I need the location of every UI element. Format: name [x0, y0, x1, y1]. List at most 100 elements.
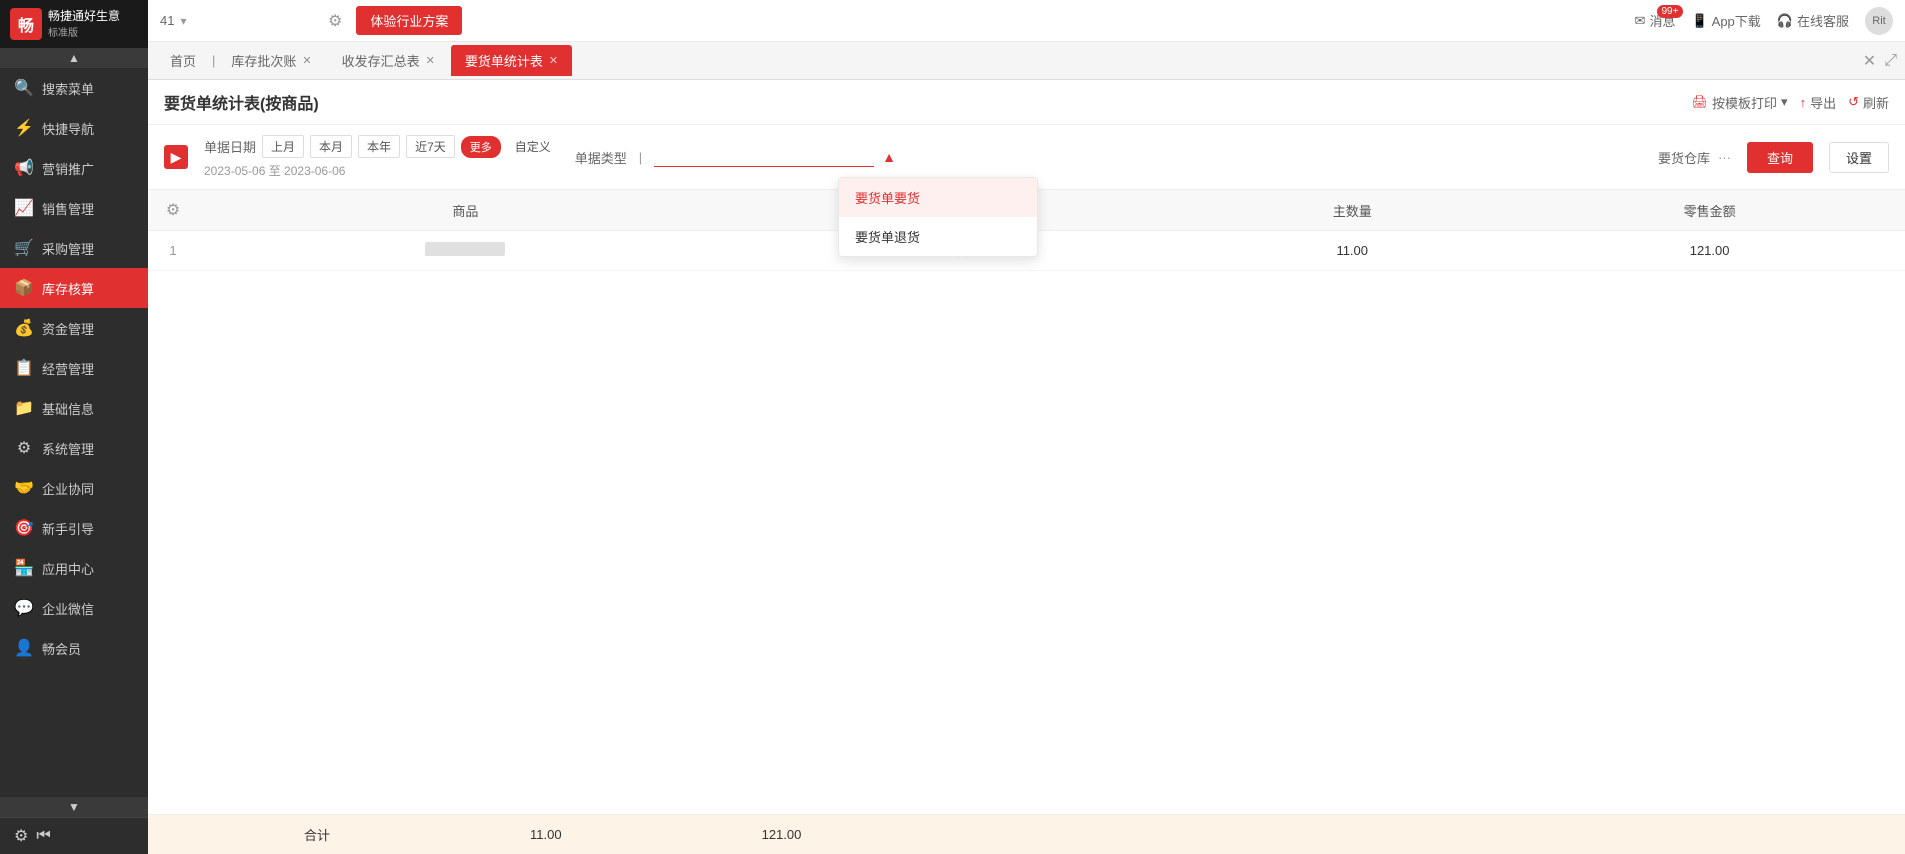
sidebar-item-label: 应用中心 — [42, 559, 94, 578]
tab-home[interactable]: 首页 — [156, 45, 210, 76]
sidebar-item-system[interactable]: ⚙ 系统管理 — [0, 428, 148, 468]
gear-settings-icon[interactable]: ⚙ — [328, 11, 342, 31]
query-button[interactable]: 查询 — [1747, 142, 1813, 173]
product-name-placeholder — [425, 242, 505, 256]
avatar[interactable]: Rit — [1865, 7, 1893, 35]
column-settings-icon[interactable]: ⚙ — [166, 202, 180, 219]
type-dropdown: 要货单要货 要货单退货 — [838, 177, 1038, 257]
sidebar-item-appstore[interactable]: 🏪 应用中心 — [0, 548, 148, 588]
logo-edition: 标准版 — [48, 24, 120, 39]
row-quantity: 11.00 — [1190, 231, 1514, 271]
settings-button[interactable]: 设置 — [1829, 142, 1889, 173]
print-icon: 🖨 — [1692, 94, 1709, 110]
sidebar-item-label: 企业微信 — [42, 599, 94, 618]
date-btn-recent7[interactable]: 近7天 — [406, 135, 455, 158]
tabbar: 首页 | 库存批次账 ✕ 收发存汇总表 ✕ 要货单统计表 ✕ ✕ ⤢ — [148, 42, 1905, 80]
sidebar-item-wechat[interactable]: 💬 企业微信 — [0, 588, 148, 628]
sidebar-item-label: 资金管理 — [42, 319, 94, 338]
app-download-button[interactable]: 📱 App下载 — [1691, 11, 1760, 30]
sidebar-item-guide[interactable]: 🎯 新手引导 — [0, 508, 148, 548]
date-label: 单据日期 — [204, 137, 256, 156]
industry-button[interactable]: 体验行业方案 — [356, 6, 462, 35]
basic-icon: 📁 — [14, 398, 34, 418]
sidebar-item-operations[interactable]: 📋 经营管理 — [0, 348, 148, 388]
sales-icon: 📈 — [14, 198, 34, 218]
sidebar-item-inventory[interactable]: 📦 库存核算 — [0, 268, 148, 308]
member-icon: 👤 — [14, 638, 34, 658]
dropdown-item-order-goods[interactable]: 要货单要货 — [839, 178, 1037, 217]
filter-bar: ▶ 单据日期 上月 本月 本年 近7天 更多 自定义 2023-05-06 至 … — [148, 125, 1905, 190]
tab-receipt-summary-label: 收发存汇总表 — [342, 51, 420, 70]
date-btn-prev-month[interactable]: 上月 — [262, 135, 304, 158]
export-icon: ↑ — [1800, 95, 1807, 110]
tab-close-inventory-batch[interactable]: ✕ — [302, 54, 311, 67]
sidebar-item-purchase[interactable]: 🛒 采购管理 — [0, 228, 148, 268]
sidebar-item-basic[interactable]: 📁 基础信息 — [0, 388, 148, 428]
sidebar-item-corp[interactable]: 🤝 企业协同 — [0, 468, 148, 508]
sidebar-item-label: 基础信息 — [42, 399, 94, 418]
type-separator: | — [639, 150, 642, 165]
footer-amount: 121.00 — [762, 827, 802, 842]
page-title: 要货单统计表(按商品) — [164, 90, 319, 114]
sidebar-scroll-down[interactable]: ▼ — [0, 797, 148, 817]
tab-inventory-batch[interactable]: 库存批次账 ✕ — [217, 45, 325, 76]
message-icon: ✉ — [1635, 13, 1646, 29]
logo-name: 畅捷通好生意 — [48, 9, 120, 25]
inventory-icon: 📦 — [14, 278, 34, 298]
refresh-icon: ↺ — [1848, 94, 1859, 110]
tab-home-label: 首页 — [170, 51, 196, 70]
date-btn-current-month[interactable]: 本月 — [310, 135, 352, 158]
template-print-button[interactable]: 🖨 按模板打印 ▾ — [1692, 93, 1788, 112]
sidebar-scroll-up[interactable]: ▲ — [0, 48, 148, 68]
tab-close-order-stats[interactable]: ✕ — [549, 54, 558, 67]
messages-badge: 99+ — [1657, 5, 1684, 18]
tab-divider: | — [212, 53, 215, 68]
sidebar-item-sales[interactable]: 📈 销售管理 — [0, 188, 148, 228]
tab-close-receipt-summary[interactable]: ✕ — [426, 54, 435, 67]
tab-order-stats-label: 要货单统计表 — [465, 51, 543, 70]
online-service-label: 在线客服 — [1797, 11, 1849, 30]
date-btn-year[interactable]: 本年 — [358, 135, 400, 158]
app-download-label: App下载 — [1712, 11, 1761, 30]
col-gear: ⚙ — [148, 190, 198, 231]
sidebar-item-member[interactable]: 👤 畅会员 — [0, 628, 148, 668]
dropdown-item-order-return[interactable]: 要货单退货 — [839, 217, 1037, 256]
page-content: 要货单统计表(按商品) 🖨 按模板打印 ▾ ↑ 导出 ↺ 刷新 ▶ — [148, 80, 1905, 854]
online-service-button[interactable]: 🎧 在线客服 — [1777, 11, 1849, 30]
expand-window-icon[interactable]: ⤢ — [1884, 52, 1897, 70]
sidebar-item-quicknav[interactable]: ⚡ 快捷导航 — [0, 108, 148, 148]
settings-icon[interactable]: ⚙ — [14, 826, 28, 846]
sidebar-item-label: 企业协同 — [42, 479, 94, 498]
close-window-icon[interactable]: ✕ — [1863, 51, 1876, 71]
filter-expand-button[interactable]: ▶ — [164, 145, 188, 169]
refresh-label: 刷新 — [1863, 93, 1889, 112]
sidebar-menu: 🔍 搜索菜单 ⚡ 快捷导航 📢 营销推广 📈 销售管理 🛒 采购管理 📦 库存核… — [0, 68, 148, 797]
table-footer: 合计 11.00 121.00 — [148, 814, 1905, 854]
collapse-icon[interactable]: ⏮ — [36, 827, 50, 845]
sidebar-item-finance[interactable]: 💰 资金管理 — [0, 308, 148, 348]
appstore-icon: 🏪 — [14, 558, 34, 578]
service-icon: 🎧 — [1777, 13, 1793, 29]
export-button[interactable]: ↑ 导出 — [1800, 93, 1837, 112]
search-icon: 🔍 — [14, 78, 34, 98]
date-btn-more[interactable]: 更多 — [461, 136, 501, 158]
sidebar-item-search[interactable]: 🔍 搜索菜单 — [0, 68, 148, 108]
topbar-right: ✉ 消息 99+ 📱 App下载 🎧 在线客服 Rit — [1635, 7, 1893, 35]
page-header-actions: 🖨 按模板打印 ▾ ↑ 导出 ↺ 刷新 — [1692, 93, 1890, 112]
tab-inventory-batch-label: 库存批次账 — [231, 51, 296, 70]
messages-button[interactable]: ✉ 消息 99+ — [1635, 11, 1676, 30]
type-dropdown-arrow-icon[interactable]: ▲ — [882, 149, 896, 165]
tab-receipt-summary[interactable]: 收发存汇总表 ✕ — [328, 45, 449, 76]
refresh-button[interactable]: ↺ 刷新 — [1848, 93, 1889, 112]
warehouse-dots-icon[interactable]: ··· — [1718, 150, 1731, 165]
date-buttons: 上月 本月 本年 近7天 更多 自定义 — [262, 135, 559, 158]
sidebar-item-label: 经营管理 — [42, 359, 94, 378]
date-btn-custom[interactable]: 自定义 — [507, 136, 559, 157]
type-input[interactable] — [654, 147, 874, 167]
sidebar-bottom: ⚙ ⏮ — [0, 817, 148, 854]
sidebar-item-marketing[interactable]: 📢 营销推广 — [0, 148, 148, 188]
brand-arrow-icon[interactable]: ▾ — [180, 14, 186, 28]
print-arrow-icon: ▾ — [1781, 94, 1788, 110]
tab-order-stats[interactable]: 要货单统计表 ✕ — [451, 45, 572, 76]
footer-quantity: 11.00 — [530, 827, 562, 842]
